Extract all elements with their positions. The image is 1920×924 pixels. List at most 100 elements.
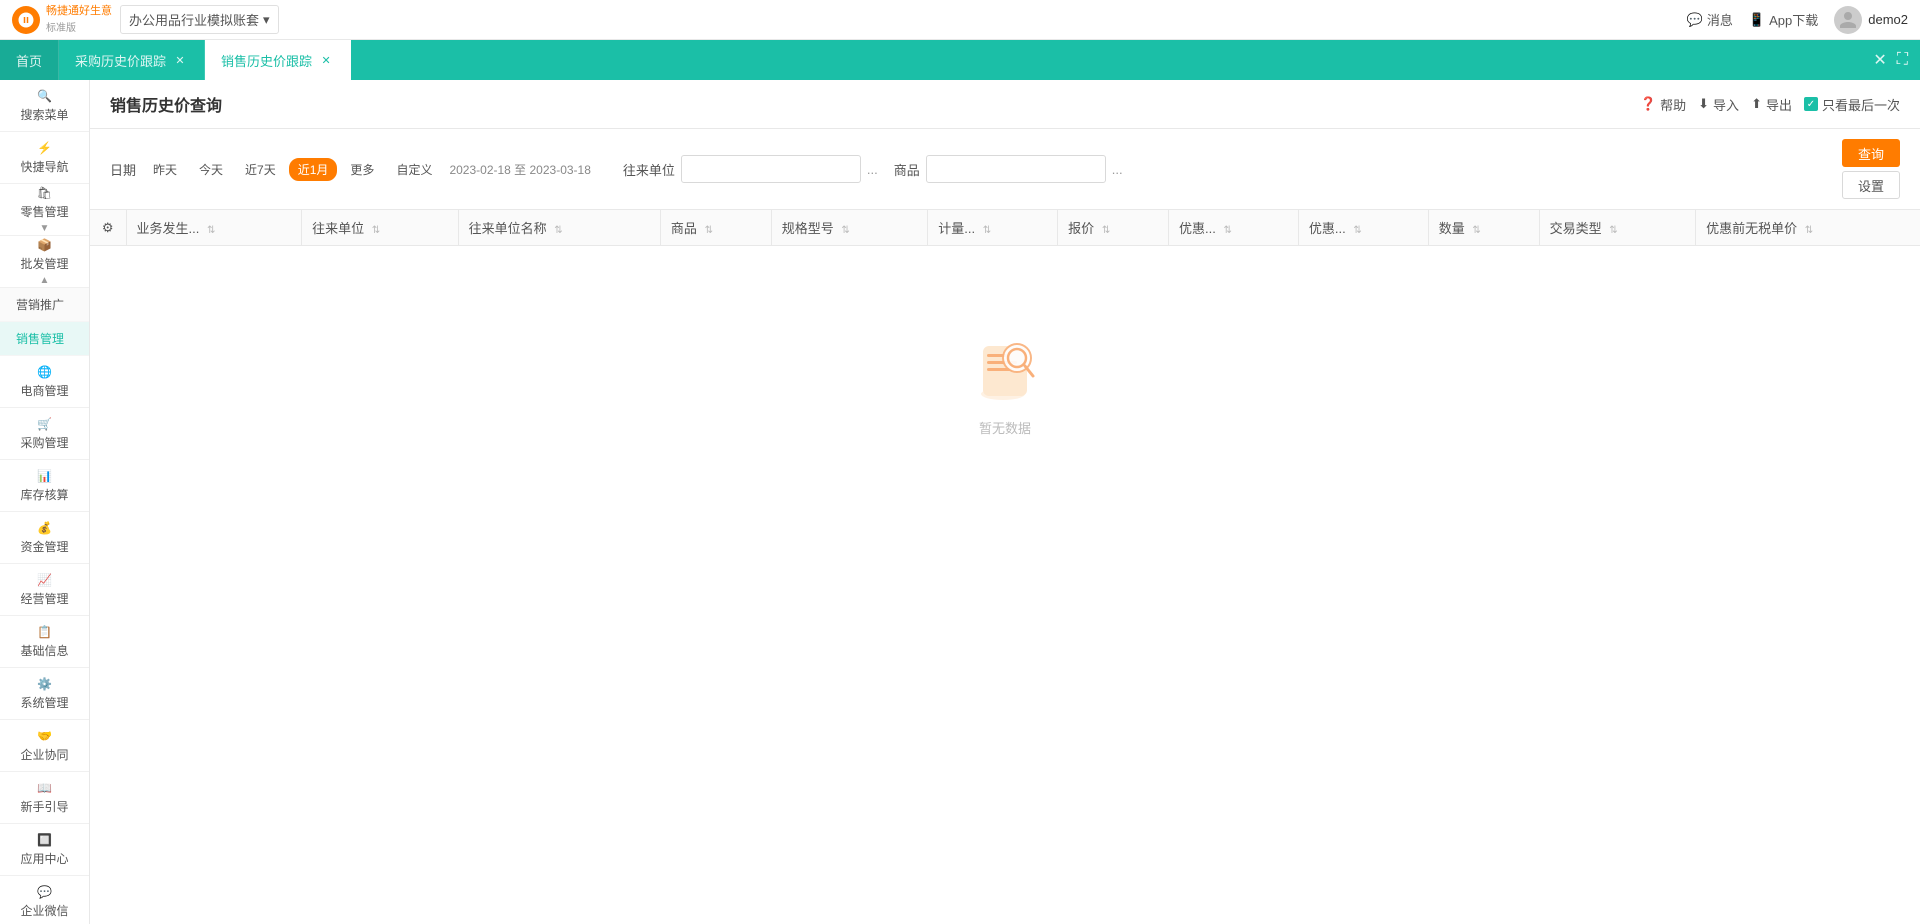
account-selector[interactable]: 办公用品行业模拟账套 ▾ bbox=[120, 5, 279, 34]
last-only-checkbox[interactable] bbox=[1804, 97, 1818, 111]
goods-filter-group: 商品 ... bbox=[894, 155, 1123, 183]
sidebar-guide-label: 新手引导 bbox=[20, 798, 68, 815]
th-biz-date-label: 业务发生... bbox=[137, 221, 200, 236]
cooperation-icon: 🤝 bbox=[37, 729, 52, 743]
message-button[interactable]: 💬 消息 bbox=[1687, 10, 1733, 29]
date-pill-custom[interactable]: 自定义 bbox=[387, 158, 441, 181]
last-only-label: 只看最后一次 bbox=[1822, 95, 1900, 114]
sidebar-item-operation[interactable]: 📈 经营管理 bbox=[0, 564, 89, 616]
inventory-icon: 📊 bbox=[37, 469, 52, 483]
th-spec[interactable]: 规格型号 ⇅ bbox=[771, 210, 928, 246]
sidebar-item-retail[interactable]: 🛍 零售管理 ▼ bbox=[0, 184, 89, 236]
quick-nav-icon: ⚡ bbox=[37, 141, 52, 155]
sidebar-quick-nav-label: 快捷导航 bbox=[20, 158, 68, 175]
sidebar-inventory-label: 库存核算 bbox=[20, 486, 68, 503]
import-button[interactable]: ⬇ 导入 bbox=[1698, 95, 1739, 114]
th-unit[interactable]: 计量... ⇅ bbox=[928, 210, 1058, 246]
th-trade-type-label: 交易类型 bbox=[1550, 221, 1602, 236]
sidebar-item-app-center[interactable]: 🔲 应用中心 bbox=[0, 824, 89, 876]
query-button[interactable]: 查询 bbox=[1842, 139, 1900, 167]
tab-bar-actions: ✕ ⛶ bbox=[1861, 40, 1920, 80]
date-pill-1month[interactable]: 近1月 bbox=[289, 158, 338, 181]
close-purchase-history-icon[interactable]: ✕ bbox=[172, 52, 188, 68]
sidebar-item-purchase[interactable]: 🛒 采购管理 bbox=[0, 408, 89, 460]
help-button[interactable]: ❓ 帮助 bbox=[1640, 95, 1686, 114]
sort-discount1-icon: ⇅ bbox=[1223, 225, 1231, 236]
sidebar-finance-label: 资金管理 bbox=[20, 538, 68, 555]
sidebar-item-marketing[interactable]: 营销推广 bbox=[0, 288, 89, 322]
goods-dots[interactable]: ... bbox=[1112, 162, 1123, 177]
goods-input[interactable] bbox=[926, 155, 1106, 183]
th-partner-code-label: 往来单位 bbox=[312, 221, 364, 236]
data-table: ⚙ 业务发生... ⇅ 往来单位 ⇅ 往来单位名称 ⇅ bbox=[90, 210, 1920, 246]
th-biz-date[interactable]: 业务发生... ⇅ bbox=[126, 210, 302, 246]
date-pill-7days[interactable]: 近7天 bbox=[236, 158, 285, 181]
date-pill-yesterday[interactable]: 昨天 bbox=[144, 158, 186, 181]
th-discount1[interactable]: 优惠... ⇅ bbox=[1169, 210, 1299, 246]
sidebar-item-wechat[interactable]: 💬 企业微信 bbox=[0, 876, 89, 924]
app-download-button[interactable]: 📱 App下载 bbox=[1749, 10, 1818, 29]
sort-goods-icon: ⇅ bbox=[705, 225, 713, 236]
guide-icon: 📖 bbox=[37, 781, 52, 795]
date-range-text: 2023-02-18 至 2023-03-18 bbox=[449, 161, 590, 178]
partner-dots[interactable]: ... bbox=[867, 162, 878, 177]
close-tab-icon[interactable]: ✕ bbox=[1873, 50, 1886, 70]
gear-icon[interactable]: ⚙ bbox=[102, 220, 114, 235]
import-icon: ⬇ bbox=[1698, 96, 1709, 112]
sidebar-item-finance[interactable]: 💰 资金管理 bbox=[0, 512, 89, 564]
expand-tab-icon[interactable]: ⛶ bbox=[1897, 51, 1908, 69]
app-icon: 📱 bbox=[1749, 12, 1765, 28]
top-bar-right: 💬 消息 📱 App下载 demo2 bbox=[1687, 6, 1908, 34]
sidebar-item-guide[interactable]: 📖 新手引导 bbox=[0, 772, 89, 824]
th-partner-name-label: 往来单位名称 bbox=[469, 221, 547, 236]
table-area: ⚙ 业务发生... ⇅ 往来单位 ⇅ 往来单位名称 ⇅ bbox=[90, 210, 1920, 924]
sidebar-item-quick-nav[interactable]: ⚡ 快捷导航 bbox=[0, 132, 89, 184]
partner-filter-label: 往来单位 bbox=[623, 160, 675, 179]
date-pill-today[interactable]: 今天 bbox=[190, 158, 232, 181]
sidebar-item-sales[interactable]: 销售管理 bbox=[0, 322, 89, 356]
date-pill-more[interactable]: 更多 bbox=[341, 158, 383, 181]
th-goods-label: 商品 bbox=[671, 221, 697, 236]
sidebar-basic-info-label: 基础信息 bbox=[20, 642, 68, 659]
search-icon: 🔍 bbox=[37, 89, 52, 103]
th-partner-code[interactable]: 往来单位 ⇅ bbox=[302, 210, 459, 246]
sort-partner-code-icon: ⇅ bbox=[372, 225, 380, 236]
th-no-tax-price[interactable]: 优惠前无税单价 ⇅ bbox=[1696, 210, 1920, 246]
th-trade-type[interactable]: 交易类型 ⇅ bbox=[1539, 210, 1696, 246]
th-partner-name[interactable]: 往来单位名称 ⇅ bbox=[458, 210, 660, 246]
dropdown-arrow-icon: ▾ bbox=[263, 12, 270, 28]
table-header: ⚙ 业务发生... ⇅ 往来单位 ⇅ 往来单位名称 ⇅ bbox=[90, 210, 1920, 246]
sidebar-item-search[interactable]: 🔍 搜索菜单 bbox=[0, 80, 89, 132]
user-area[interactable]: demo2 bbox=[1834, 6, 1908, 34]
th-quote[interactable]: 报价 ⇅ bbox=[1058, 210, 1169, 246]
th-discount2-label: 优惠... bbox=[1309, 221, 1346, 236]
tab-sales-history[interactable]: 销售历史价跟踪 ✕ bbox=[205, 40, 351, 80]
export-icon: ⬆ bbox=[1751, 96, 1762, 112]
th-qty[interactable]: 数量 ⇅ bbox=[1428, 210, 1539, 246]
close-sales-history-icon[interactable]: ✕ bbox=[318, 52, 334, 68]
tab-bar: 首页 采购历史价跟踪 ✕ 销售历史价跟踪 ✕ ✕ ⛶ bbox=[0, 40, 1920, 80]
export-button[interactable]: ⬆ 导出 bbox=[1751, 95, 1792, 114]
sidebar-item-basic-info[interactable]: 📋 基础信息 bbox=[0, 616, 89, 668]
sidebar-item-ecommerce[interactable]: 🌐 电商管理 bbox=[0, 356, 89, 408]
import-label: 导入 bbox=[1713, 95, 1739, 114]
sidebar-item-cooperation[interactable]: 🤝 企业协同 bbox=[0, 720, 89, 772]
sidebar: 🔍 搜索菜单 ⚡ 快捷导航 🛍 零售管理 ▼ 📦 批发管理 ▲ 营销推广 销售管… bbox=[0, 80, 90, 924]
date-filter-label: 日期 bbox=[110, 160, 136, 179]
sort-spec-icon: ⇅ bbox=[841, 225, 849, 236]
wholesale-arrow-icon: ▲ bbox=[40, 275, 50, 286]
sidebar-item-inventory[interactable]: 📊 库存核算 bbox=[0, 460, 89, 512]
th-gear[interactable]: ⚙ bbox=[90, 210, 126, 246]
partner-input[interactable] bbox=[681, 155, 861, 183]
app-label: App下载 bbox=[1769, 10, 1818, 29]
sidebar-item-system[interactable]: ⚙️ 系统管理 bbox=[0, 668, 89, 720]
th-goods[interactable]: 商品 ⇅ bbox=[660, 210, 771, 246]
sidebar-item-wholesale[interactable]: 📦 批发管理 ▲ bbox=[0, 236, 89, 288]
tab-home[interactable]: 首页 bbox=[0, 40, 59, 80]
setting-button[interactable]: 设置 bbox=[1842, 171, 1900, 199]
th-qty-label: 数量 bbox=[1439, 221, 1465, 236]
th-discount2[interactable]: 优惠... ⇅ bbox=[1298, 210, 1428, 246]
main-layout: 🔍 搜索菜单 ⚡ 快捷导航 🛍 零售管理 ▼ 📦 批发管理 ▲ 营销推广 销售管… bbox=[0, 80, 1920, 924]
tab-purchase-history[interactable]: 采购历史价跟踪 ✕ bbox=[59, 40, 205, 80]
last-only-checkbox-label[interactable]: 只看最后一次 bbox=[1804, 95, 1900, 114]
